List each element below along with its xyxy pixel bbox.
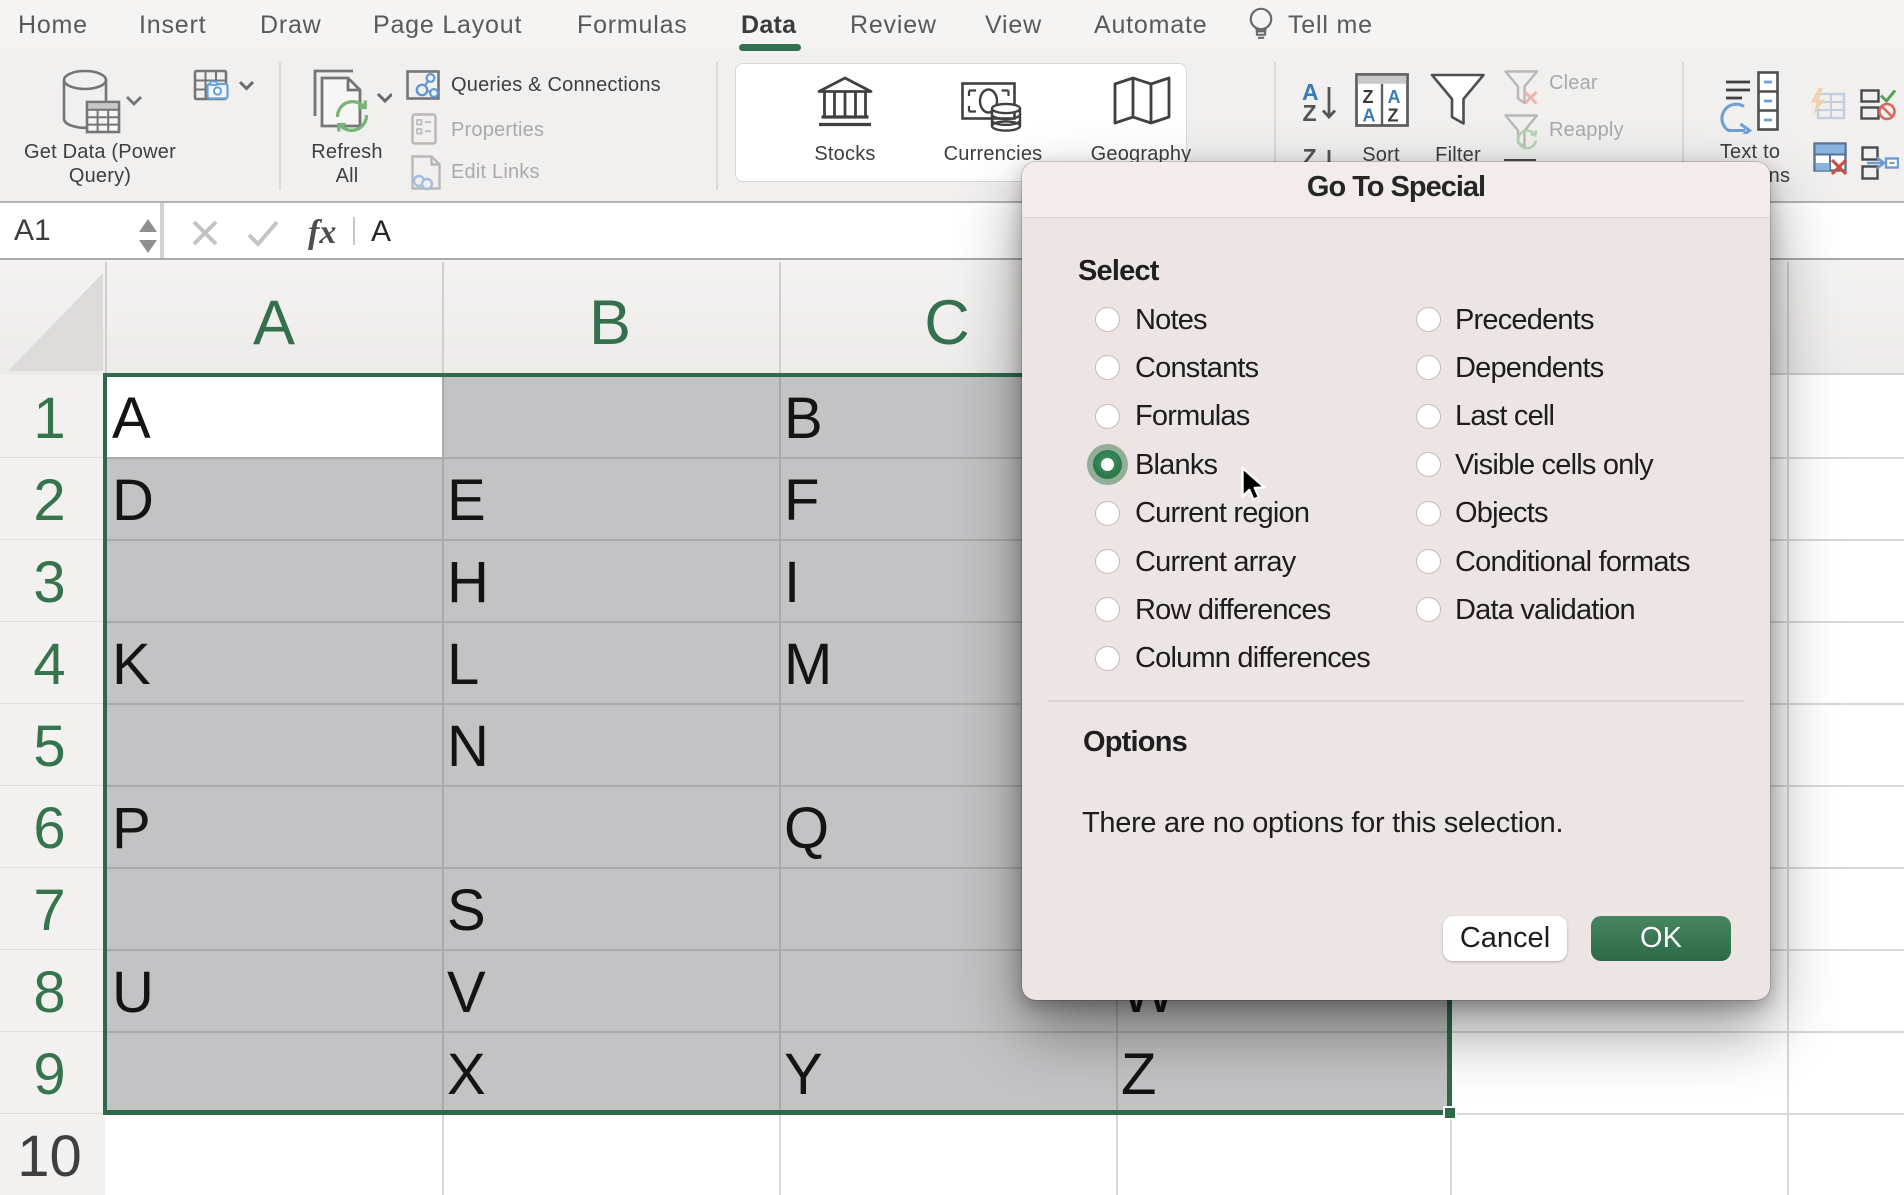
svg-text:Z: Z: [1388, 106, 1399, 126]
svg-text:A: A: [1388, 87, 1401, 107]
svg-text:Z: Z: [1303, 147, 1317, 163]
svg-text:A: A: [1363, 106, 1376, 126]
svg-text:Z: Z: [1303, 100, 1317, 125]
svg-text:Z: Z: [1363, 87, 1374, 107]
